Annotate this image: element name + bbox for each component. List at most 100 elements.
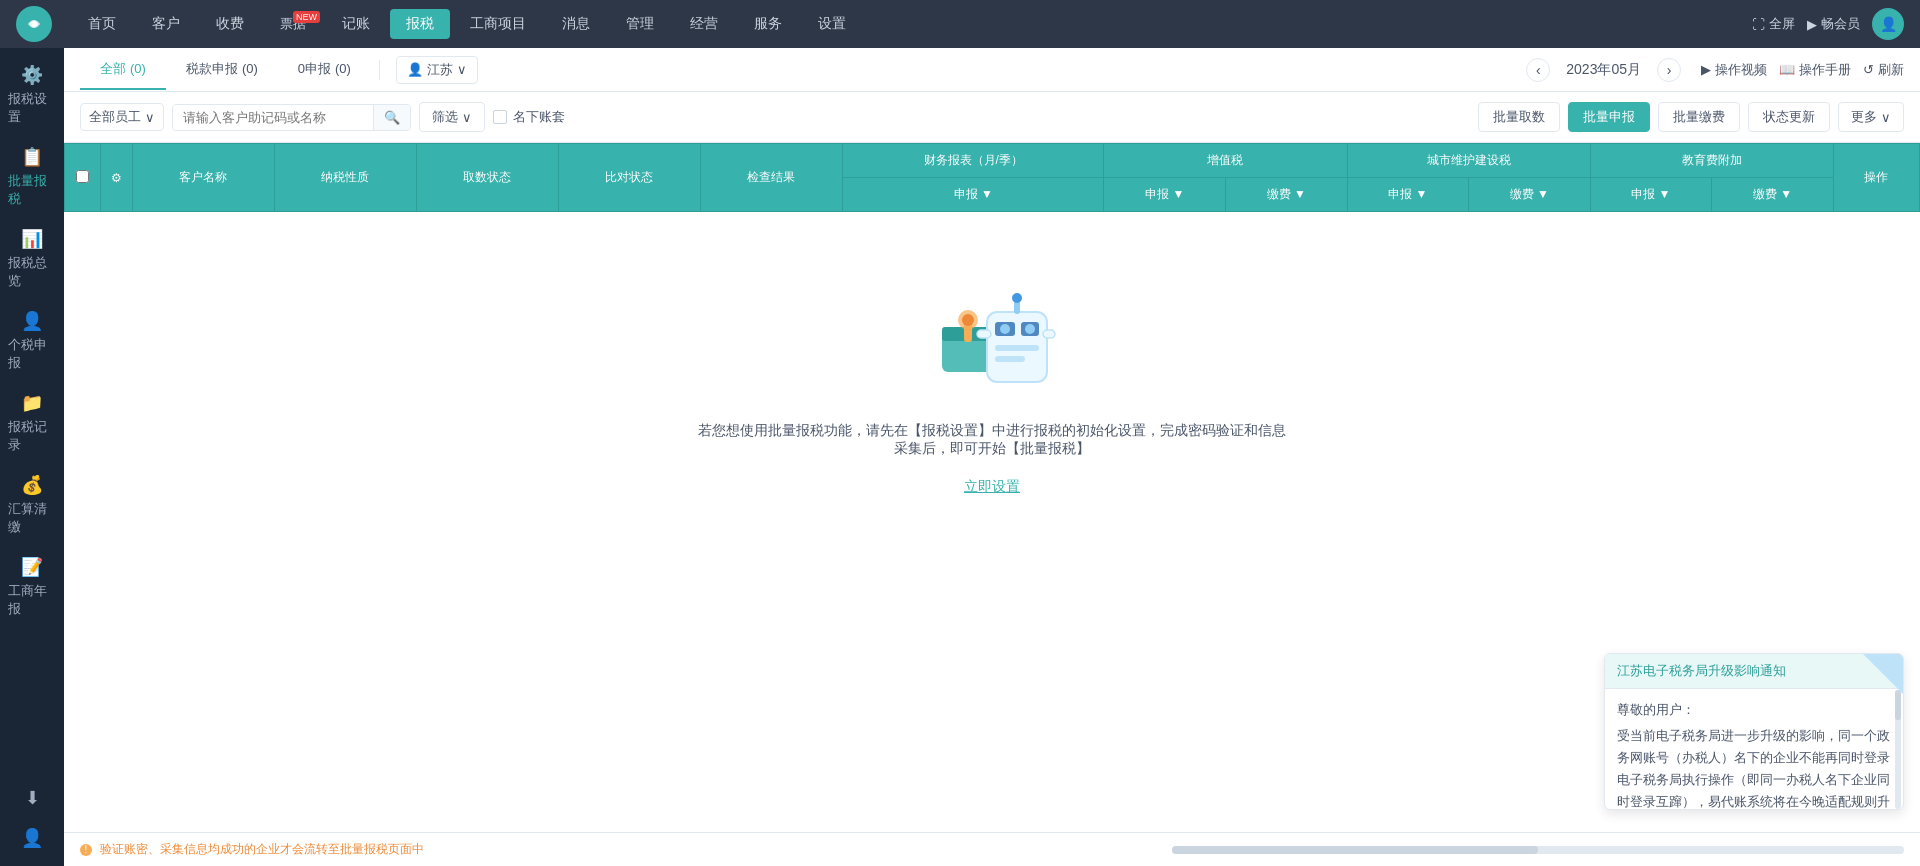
th-fetch-status: 取数状态 [416,144,558,212]
nav-settings[interactable]: 设置 [802,9,862,39]
top-nav-right: ⛶ 全屏 ▶ 畅会员 👤 [1752,8,1904,40]
tax-overview-icon: 📊 [21,228,43,250]
nav-operations[interactable]: 经营 [674,9,734,39]
th-financial-sub: 申报 ▼ [842,178,1104,212]
main-layout: ⚙️ 报税设置 📋 批量报税 📊 报税总览 👤 个税申报 📁 报税记录 💰 汇算… [0,48,1920,866]
status-update-btn[interactable]: 状态更新 [1748,102,1830,132]
notif-scrollbar[interactable] [1895,690,1901,809]
svg-rect-13 [995,356,1025,362]
month-nav: ‹ 2023年05月 › [1526,58,1681,82]
warning-text: 验证账密、采集信息均成功的企业才会流转至批量报税页面中 [100,841,424,858]
tax-settings-icon: ⚙️ [21,64,43,86]
th-vat-pay: 缴费 ▼ [1225,178,1347,212]
nav-services[interactable]: 服务 [738,9,798,39]
sidebar-item-annual-report[interactable]: 📝 工商年报 [4,548,60,626]
nav-manage[interactable]: 管理 [610,9,670,39]
notif-header: 江苏电子税务局升级影响通知 × [1605,654,1903,689]
notif-content: 受当前电子税务局进一步升级的影响，同一个政务网账号（办税人）名下的企业不能再同时… [1617,725,1891,809]
right-actions: ▶ 操作视频 📖 操作手册 ↺ 刷新 [1701,61,1904,79]
tab-divider [379,60,380,80]
svg-point-6 [962,314,974,326]
empty-state: 若您想使用批量报税功能，请先在【报税设置】中进行报税的初始化设置，完成密码验证和… [64,212,1920,556]
region-selector[interactable]: 👤 江苏 ∨ [396,56,478,84]
batch-declare-btn[interactable]: 批量申报 [1568,102,1650,132]
setup-link[interactable]: 立即设置 [964,478,1020,496]
nav-business[interactable]: 工商项目 [454,9,542,39]
sidebar-item-personal-tax[interactable]: 👤 个税申报 [4,302,60,380]
more-btn[interactable]: 更多 ∨ [1838,102,1904,132]
horizontal-scrollbar[interactable] [1172,846,1904,854]
sidebar-item-batch-tax[interactable]: 📋 批量报税 [4,138,60,216]
app-logo [16,6,52,42]
user-avatar[interactable]: 👤 [1872,8,1904,40]
nav-messages[interactable]: 消息 [546,9,606,39]
notif-greeting: 尊敬的用户： [1617,699,1891,721]
filter-chevron-icon: ∨ [462,110,472,125]
svg-point-1 [31,21,37,27]
member-button[interactable]: ▶ 畅会员 [1807,15,1860,33]
sidebar-item-annual-settlement[interactable]: 💰 汇算清缴 [4,466,60,544]
prev-month-btn[interactable]: ‹ [1526,58,1550,82]
th-client-name: 客户名称 [133,144,275,212]
th-financial-report: 财务报表（月/季） [842,144,1104,178]
nav-fees[interactable]: 收费 [200,9,260,39]
refresh-link[interactable]: ↺ 刷新 [1863,61,1904,79]
warning-icon: ! [80,844,92,856]
sidebar-item-tax-overview[interactable]: 📊 报税总览 [4,220,60,298]
region-person-icon: 👤 [407,62,423,77]
employee-selector[interactable]: 全部员工 ∨ [80,103,164,131]
th-compare-status: 比对状态 [558,144,700,212]
nav-home[interactable]: 首页 [72,9,132,39]
th-checkbox [65,144,101,212]
select-all-checkbox[interactable] [76,170,89,183]
next-month-btn[interactable]: › [1657,58,1681,82]
book-icon: 📖 [1779,62,1795,77]
th-city-pay: 缴费 ▼ [1469,178,1591,212]
notif-title: 江苏电子税务局升级影响通知 [1617,662,1786,680]
tab-zero-declare[interactable]: 0申报 (0) [278,50,371,90]
th-city-declare: 申报 ▼ [1347,178,1469,212]
th-check-result: 检查结果 [700,144,842,212]
fullscreen-button[interactable]: ⛶ 全屏 [1752,15,1795,33]
new-badge: NEW [293,11,320,23]
batch-tax-icon: 📋 [21,146,43,168]
annual-report-icon: 📝 [21,556,43,578]
batch-fetch-btn[interactable]: 批量取数 [1478,102,1560,132]
operation-video-link[interactable]: ▶ 操作视频 [1701,61,1767,79]
data-table: ⚙ 客户名称 纳税性质 取数状态 比对状态 检查结果 财务报表（月/季） 增值税… [64,143,1920,212]
th-operation: 操作 [1833,144,1919,212]
nav-invoice[interactable]: 票据 NEW [264,9,322,39]
search-button[interactable]: 🔍 [373,105,410,130]
refresh-icon: ↺ [1863,62,1874,77]
region-chevron-icon: ∨ [457,62,467,77]
nav-items: 首页 客户 收费 票据 NEW 记账 报税 工商项目 消息 管理 经营 服务 设… [72,9,1752,39]
sidebar: ⚙️ 报税设置 📋 批量报税 📊 报税总览 👤 个税申报 📁 报税记录 💰 汇算… [0,48,64,866]
operation-manual-link[interactable]: 📖 操作手册 [1779,61,1851,79]
tab-all[interactable]: 全部 (0) [80,50,166,90]
sidebar-user-btn[interactable]: 👤 [16,822,48,854]
checkbox-square [493,110,507,124]
tab-tax-declare[interactable]: 税款申报 (0) [166,50,278,90]
tax-records-icon: 📁 [21,392,43,414]
notif-corner [1863,654,1903,694]
nav-tax[interactable]: 报税 [390,9,450,39]
th-gear: ⚙ [101,144,133,212]
search-input[interactable] [173,105,373,130]
nav-client[interactable]: 客户 [136,9,196,39]
checkbox-label[interactable]: 名下账套 [493,108,565,126]
page-wrapper: 全部 (0) 税款申报 (0) 0申报 (0) 👤 江苏 ∨ [64,48,1920,866]
sidebar-item-tax-settings[interactable]: ⚙️ 报税设置 [4,56,60,134]
notif-body: 尊敬的用户： 受当前电子税务局进一步升级的影响，同一个政务网账号（办税人）名下的… [1605,689,1903,809]
nav-bookkeeping[interactable]: 记账 [326,9,386,39]
sidebar-download-btn[interactable]: ⬇ [16,782,48,814]
bottom-bar: ! 验证账密、采集信息均成功的企业才会流转至批量报税页面中 [64,832,1920,866]
sidebar-item-tax-records[interactable]: 📁 报税记录 [4,384,60,462]
personal-tax-icon: 👤 [21,310,43,332]
filter-button[interactable]: 筛选 ∨ [419,102,485,132]
svg-rect-12 [995,345,1039,351]
batch-pay-btn[interactable]: 批量缴费 [1658,102,1740,132]
th-edu-declare: 申报 ▼ [1590,178,1712,212]
tabs-bar: 全部 (0) 税款申报 (0) 0申报 (0) 👤 江苏 ∨ [64,48,1920,92]
top-nav: 首页 客户 收费 票据 NEW 记账 报税 工商项目 消息 管理 经营 服务 设… [0,0,1920,48]
more-chevron-icon: ∨ [1881,110,1891,125]
